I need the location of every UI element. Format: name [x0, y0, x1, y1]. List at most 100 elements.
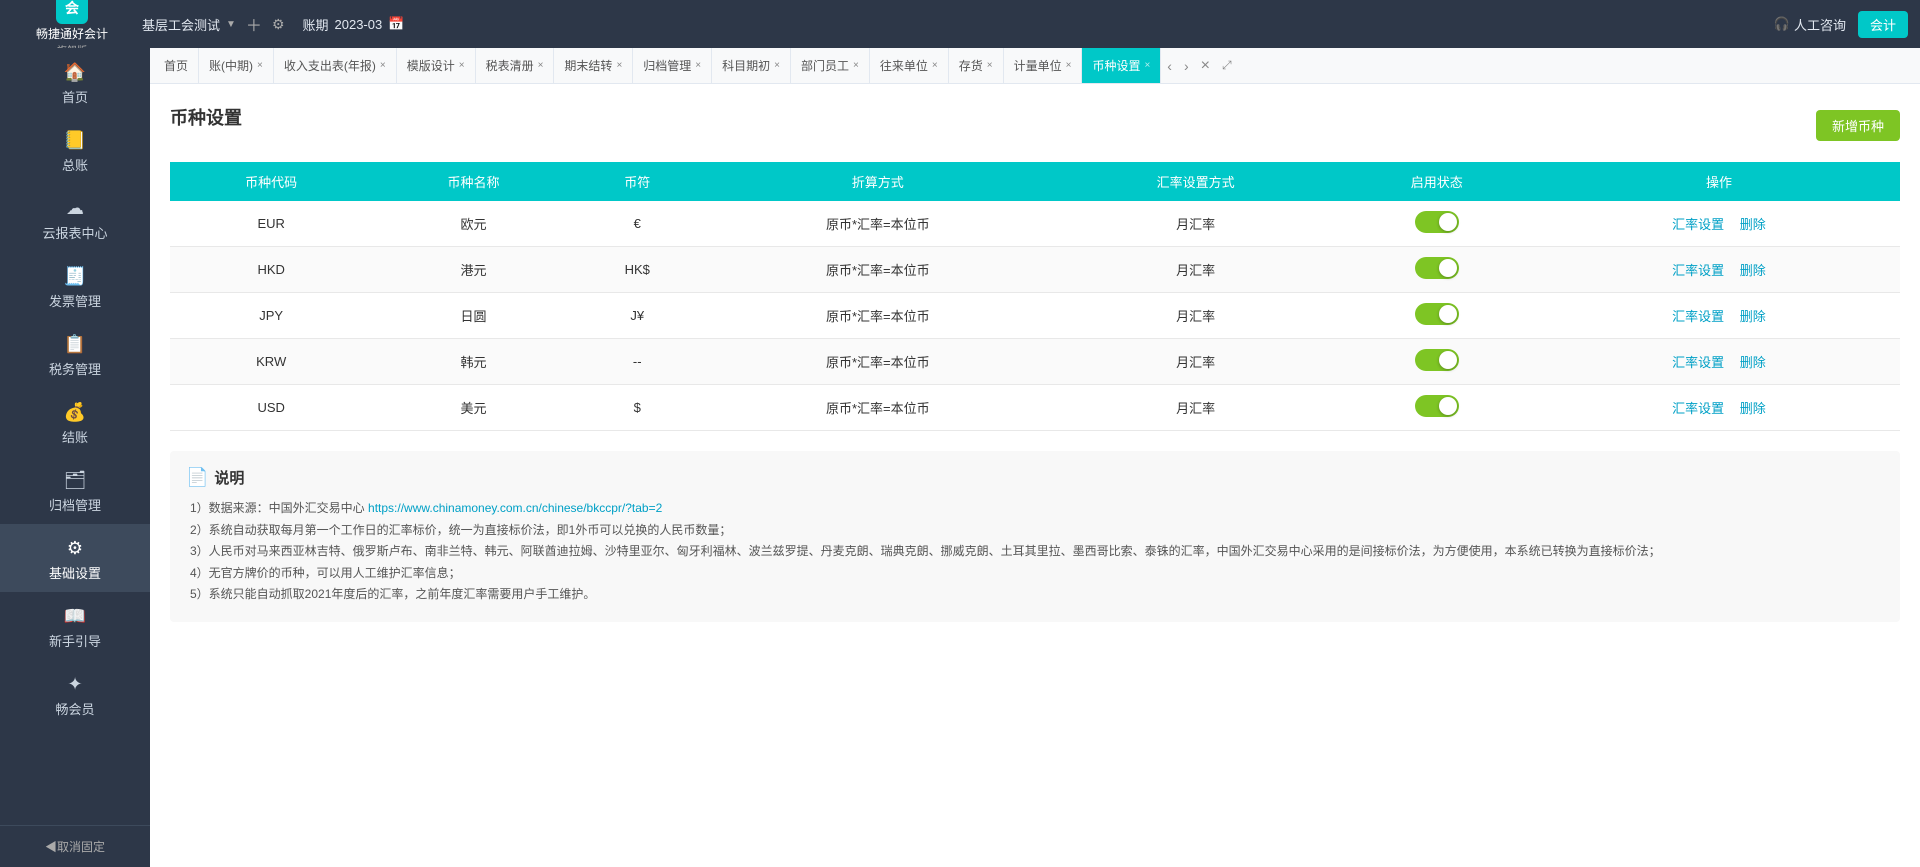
- sidebar-item-invoice[interactable]: 🧾 发票管理: [0, 252, 150, 320]
- col-action: 操作: [1538, 162, 1900, 201]
- sidebar-label-archive: 归档管理: [49, 495, 101, 514]
- toggle-thumb: [1439, 213, 1457, 231]
- sidebar-item-archive[interactable]: 🗂 归档管理: [0, 456, 150, 524]
- tab-close-subject[interactable]: ×: [774, 60, 780, 71]
- delete-link[interactable]: 删除: [1740, 401, 1766, 416]
- period-display: 账期 2023-03 📅: [303, 15, 405, 34]
- tab-period-end[interactable]: 期末结转 ×: [554, 48, 633, 83]
- sidebar-item-home[interactable]: 🏠 首页: [0, 48, 150, 116]
- sidebar-item-cloud-report[interactable]: ☁ 云报表中心: [0, 184, 150, 252]
- tab-close-inventory[interactable]: ×: [987, 60, 993, 71]
- cell-action: 汇率设置 删除: [1538, 293, 1900, 339]
- sidebar-label-tax: 税务管理: [49, 359, 101, 378]
- col-calc: 折算方式: [700, 162, 1056, 201]
- sidebar-label-guide: 新手引导: [49, 631, 101, 650]
- tab-partner[interactable]: 往来单位 ×: [870, 48, 949, 83]
- service-button[interactable]: 🎧 人工咨询: [1774, 15, 1846, 34]
- cell-status: [1336, 339, 1538, 385]
- delete-link[interactable]: 删除: [1740, 355, 1766, 370]
- tab-archive[interactable]: 归档管理 ×: [633, 48, 712, 83]
- sidebar-label-checkout: 结账: [62, 427, 88, 446]
- delete-link[interactable]: 删除: [1740, 217, 1766, 232]
- note-section: 📄 说明 1）数据来源：中国外汇交易中心 https://www.chinamo…: [170, 451, 1900, 622]
- delete-link[interactable]: 删除: [1740, 309, 1766, 324]
- tab-inventory[interactable]: 存货 ×: [949, 48, 1004, 83]
- sidebar-item-tax[interactable]: 📋 税务管理: [0, 320, 150, 388]
- add-tab-button[interactable]: ＋: [246, 12, 262, 36]
- delete-link[interactable]: 删除: [1740, 263, 1766, 278]
- note-link[interactable]: https://www.chinamoney.com.cn/chinese/bk…: [368, 501, 662, 515]
- tab-bar: 首页 账(中期) × 收入支出表(年报) × 模版设计 × 税表清册 × 期末结…: [150, 48, 1920, 84]
- cell-rate-type: 月汇率: [1056, 247, 1336, 293]
- dropdown-icon[interactable]: ▼: [226, 19, 236, 30]
- cell-status: [1336, 247, 1538, 293]
- sidebar-item-checkout[interactable]: 💰 结账: [0, 388, 150, 456]
- tab-currency[interactable]: 币种设置 ×: [1082, 48, 1161, 83]
- tab-close-unit[interactable]: ×: [1066, 60, 1072, 71]
- rate-setting-link[interactable]: 汇率设置: [1672, 401, 1724, 416]
- sidebar-label-ledger: 总账: [62, 155, 88, 174]
- pin-toggle[interactable]: ◀取消固定: [0, 825, 150, 867]
- toggle-switch[interactable]: [1415, 303, 1459, 325]
- toggle-thumb: [1439, 259, 1457, 277]
- toggle-switch[interactable]: [1415, 211, 1459, 233]
- tab-close-archive[interactable]: ×: [695, 60, 701, 71]
- tab-prev-button[interactable]: ‹: [1161, 58, 1178, 74]
- cell-calc: 原币*汇率=本位币: [700, 247, 1056, 293]
- col-symbol: 币符: [575, 162, 700, 201]
- note-item: 2）系统自动获取每月第一个工作日的汇率标价，统一为直接标价法，即1外币可以兑换的…: [186, 520, 1884, 542]
- settings-icon[interactable]: ⚙: [272, 16, 285, 33]
- tab-close-accounting[interactable]: ×: [257, 60, 263, 71]
- sidebar-item-ledger[interactable]: 📒 总账: [0, 116, 150, 184]
- col-name: 币种名称: [372, 162, 574, 201]
- tab-home[interactable]: 首页: [154, 48, 199, 83]
- tab-close-currency[interactable]: ×: [1144, 60, 1150, 71]
- rate-setting-link[interactable]: 汇率设置: [1672, 309, 1724, 324]
- tab-accounting[interactable]: 账(中期) ×: [199, 48, 274, 83]
- tab-close-tax-clear[interactable]: ×: [538, 60, 544, 71]
- tab-close-partner[interactable]: ×: [932, 60, 938, 71]
- tab-subject[interactable]: 科目期初 ×: [712, 48, 791, 83]
- cell-symbol: J¥: [575, 293, 700, 339]
- calendar-icon[interactable]: 📅: [388, 16, 404, 32]
- tab-income[interactable]: 收入支出表(年报) ×: [274, 48, 397, 83]
- cell-calc: 原币*汇率=本位币: [700, 201, 1056, 247]
- main-layout: 🏠 首页 📒 总账 ☁ 云报表中心 🧾 发票管理 📋 税务管理 💰 结账 🗂 归…: [0, 48, 1920, 867]
- toggle-switch[interactable]: [1415, 395, 1459, 417]
- toggle-thumb: [1439, 305, 1457, 323]
- cell-action: 汇率设置 删除: [1538, 385, 1900, 431]
- sidebar-item-member[interactable]: ✦ 畅会员: [0, 660, 150, 728]
- tab-close-all-button[interactable]: ×: [1195, 57, 1216, 75]
- tab-next-button[interactable]: ›: [1178, 58, 1195, 74]
- cell-rate-type: 月汇率: [1056, 339, 1336, 385]
- tab-department[interactable]: 部门员工 ×: [791, 48, 870, 83]
- tab-unit[interactable]: 计量单位 ×: [1004, 48, 1083, 83]
- tab-template[interactable]: 模版设计 ×: [397, 48, 476, 83]
- cell-status: [1336, 385, 1538, 431]
- tab-close-template[interactable]: ×: [459, 60, 465, 71]
- rate-setting-link[interactable]: 汇率设置: [1672, 355, 1724, 370]
- header-right: 🎧 人工咨询 会计: [1774, 11, 1908, 38]
- tab-tax-clear[interactable]: 税表清册 ×: [476, 48, 555, 83]
- sidebar-label-home: 首页: [62, 87, 88, 106]
- logo-text: 畅捷通好会计: [36, 25, 108, 42]
- toggle-thumb: [1439, 351, 1457, 369]
- tab-close-period-end[interactable]: ×: [616, 60, 622, 71]
- sidebar-label-cloud-report: 云报表中心: [42, 223, 107, 242]
- tab-close-income[interactable]: ×: [380, 60, 386, 71]
- new-currency-button[interactable]: 新增币种: [1816, 110, 1900, 141]
- rate-setting-link[interactable]: 汇率设置: [1672, 263, 1724, 278]
- sidebar-item-guide[interactable]: 📖 新手引导: [0, 592, 150, 660]
- role-button[interactable]: 会计: [1858, 11, 1908, 38]
- note-list: 1）数据来源：中国外汇交易中心 https://www.chinamoney.c…: [186, 498, 1884, 606]
- cloud-icon: ☁: [66, 198, 84, 219]
- tab-expand-button[interactable]: ⤢: [1216, 58, 1238, 73]
- toggle-switch[interactable]: [1415, 257, 1459, 279]
- sidebar-item-basic[interactable]: ⚙ 基础设置: [0, 524, 150, 592]
- tab-close-department[interactable]: ×: [853, 60, 859, 71]
- logo-icon: 会: [56, 0, 88, 24]
- rate-setting-link[interactable]: 汇率设置: [1672, 217, 1724, 232]
- toggle-thumb: [1439, 397, 1457, 415]
- table-row: KRW 韩元 -- 原币*汇率=本位币 月汇率 汇率设置 删除: [170, 339, 1900, 385]
- toggle-switch[interactable]: [1415, 349, 1459, 371]
